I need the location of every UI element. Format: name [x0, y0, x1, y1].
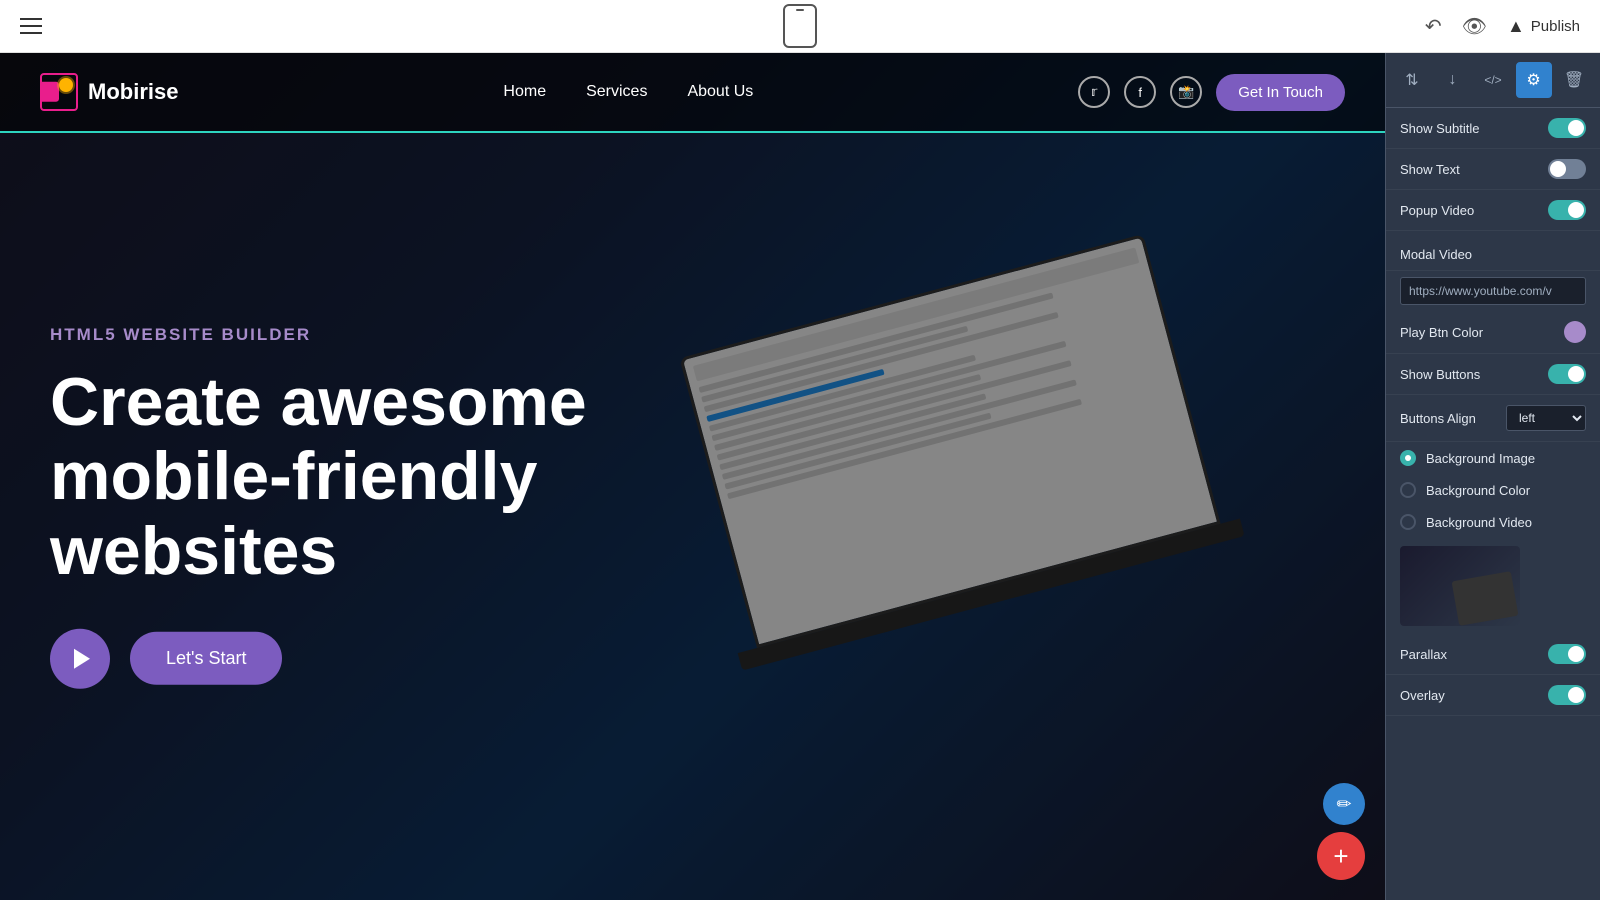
right-panel: ⇅ ↓ </> ⚙ 🗑 Show Subtitle Show Text [1385, 53, 1600, 900]
site-nav: Mobirise Home Services About Us 𝕣 f 📸 Ge… [0, 53, 1385, 133]
thumb-laptop [1452, 571, 1519, 626]
nav-about-us[interactable]: About Us [687, 83, 753, 101]
parallax-toggle[interactable] [1548, 644, 1586, 664]
bg-color-radio[interactable] [1400, 482, 1416, 498]
preview-area: Mobirise Home Services About Us 𝕣 f 📸 Ge… [0, 53, 1385, 900]
popup-video-toggle[interactable] [1548, 200, 1586, 220]
show-text-label: Show Text [1400, 162, 1460, 177]
hamburger-menu[interactable] [20, 18, 42, 34]
trash-tool-button[interactable]: 🗑 [1556, 62, 1592, 98]
get-in-touch-button[interactable]: Get In Touch [1216, 74, 1345, 111]
sort-tool-button[interactable]: ⇅ [1394, 62, 1430, 98]
play-triangle-icon [74, 649, 90, 669]
publish-button[interactable]: ▲ Publish [1507, 16, 1580, 37]
show-subtitle-label: Show Subtitle [1400, 121, 1480, 136]
setting-play-btn-color: Play Btn Color [1386, 311, 1600, 354]
logo-sun [59, 78, 73, 92]
edit-floating-button[interactable]: ✏ [1323, 783, 1365, 825]
main-area: Mobirise Home Services About Us 𝕣 f 📸 Ge… [0, 53, 1600, 900]
plus-icon: + [1333, 841, 1348, 872]
modal-video-url-input[interactable] [1400, 277, 1586, 305]
setting-buttons-align: Buttons Align left center right [1386, 395, 1600, 442]
right-tools: ↶ 👁 ▲ Publish [1425, 14, 1580, 39]
hero-content: HTML5 WEBSITE BUILDER Create awesome mob… [50, 264, 630, 688]
nav-actions: 𝕣 f 📸 Get In Touch [1078, 74, 1345, 111]
hero-title: Create awesome mobile-friendly websites [50, 364, 630, 588]
nav-home[interactable]: Home [503, 83, 546, 101]
play-btn-color-swatch[interactable] [1564, 321, 1586, 343]
instagram-icon[interactable]: 📸 [1170, 76, 1202, 108]
hero-section: Mobirise Home Services About Us 𝕣 f 📸 Ge… [0, 53, 1385, 900]
nav-services[interactable]: Services [586, 83, 647, 101]
left-tools [20, 18, 42, 34]
lets-start-button[interactable]: Let's Start [130, 632, 282, 685]
overlay-label: Overlay [1400, 688, 1445, 703]
setting-show-subtitle: Show Subtitle [1386, 108, 1600, 149]
setting-show-text: Show Text [1386, 149, 1600, 190]
settings-tool-button[interactable]: ⚙ [1516, 62, 1552, 98]
modal-video-input-row [1386, 271, 1600, 311]
modal-video-label: Modal Video [1400, 247, 1472, 262]
pencil-icon: ✏ [1336, 794, 1351, 815]
bg-image-radio-row[interactable]: Background Image [1386, 442, 1600, 474]
publish-label: Publish [1531, 18, 1580, 35]
bg-color-label: Background Color [1426, 483, 1530, 498]
show-subtitle-toggle[interactable] [1548, 118, 1586, 138]
hero-buttons: Let's Start [50, 629, 630, 689]
panel-toolbar: ⇅ ↓ </> ⚙ 🗑 [1386, 53, 1600, 108]
show-buttons-label: Show Buttons [1400, 367, 1480, 382]
publish-icon: ▲ [1507, 16, 1525, 37]
overlay-toggle[interactable] [1548, 685, 1586, 705]
logo-text: Mobirise [88, 79, 178, 105]
hero-title-line1: Create awesome [50, 363, 587, 439]
toggle-knob [1568, 687, 1584, 703]
preview-button[interactable]: 👁 [1462, 14, 1487, 39]
play-btn-color-label: Play Btn Color [1400, 325, 1483, 340]
twitter-icon[interactable]: 𝕣 [1078, 76, 1110, 108]
show-text-toggle[interactable] [1548, 159, 1586, 179]
mobile-preview-toggle[interactable] [783, 4, 817, 48]
bg-video-radio-row[interactable]: Background Video [1386, 506, 1600, 538]
toggle-knob [1568, 646, 1584, 662]
bg-image-radio[interactable] [1400, 450, 1416, 466]
parallax-label: Parallax [1400, 647, 1447, 662]
settings-panel: Show Subtitle Show Text Popup Video [1386, 108, 1600, 900]
play-button[interactable] [50, 629, 110, 689]
undo-button[interactable]: ↶ [1425, 14, 1442, 39]
buttons-align-select[interactable]: left center right [1506, 405, 1586, 431]
top-toolbar: ↶ 👁 ▲ Publish [0, 0, 1600, 53]
setting-overlay: Overlay [1386, 675, 1600, 716]
toggle-knob [1568, 366, 1584, 382]
toggle-knob [1568, 120, 1584, 136]
toggle-knob [1550, 161, 1566, 177]
setting-show-buttons: Show Buttons [1386, 354, 1600, 395]
bg-video-radio[interactable] [1400, 514, 1416, 530]
code-tool-button[interactable]: </> [1475, 62, 1511, 98]
logo-icon [40, 73, 78, 111]
setting-parallax: Parallax [1386, 634, 1600, 675]
center-tools [783, 4, 817, 48]
bg-color-radio-row[interactable]: Background Color [1386, 474, 1600, 506]
setting-modal-video-header: Modal Video [1386, 231, 1600, 271]
toggle-knob [1568, 202, 1584, 218]
setting-popup-video: Popup Video [1386, 190, 1600, 231]
facebook-icon[interactable]: f [1124, 76, 1156, 108]
buttons-align-label: Buttons Align [1400, 411, 1476, 426]
show-buttons-toggle[interactable] [1548, 364, 1586, 384]
popup-video-label: Popup Video [1400, 203, 1474, 218]
bg-image-label: Background Image [1426, 451, 1535, 466]
add-floating-button[interactable]: + [1317, 832, 1365, 880]
bg-video-label: Background Video [1426, 515, 1532, 530]
bg-thumbnail[interactable] [1400, 546, 1520, 626]
hero-title-line2: mobile-friendly websites [50, 438, 537, 589]
nav-links: Home Services About Us [503, 83, 753, 101]
bg-thumbnail-area [1386, 538, 1600, 634]
logo-area: Mobirise [40, 73, 178, 111]
download-tool-button[interactable]: ↓ [1435, 62, 1471, 98]
hero-subtitle: HTML5 WEBSITE BUILDER [50, 324, 630, 344]
